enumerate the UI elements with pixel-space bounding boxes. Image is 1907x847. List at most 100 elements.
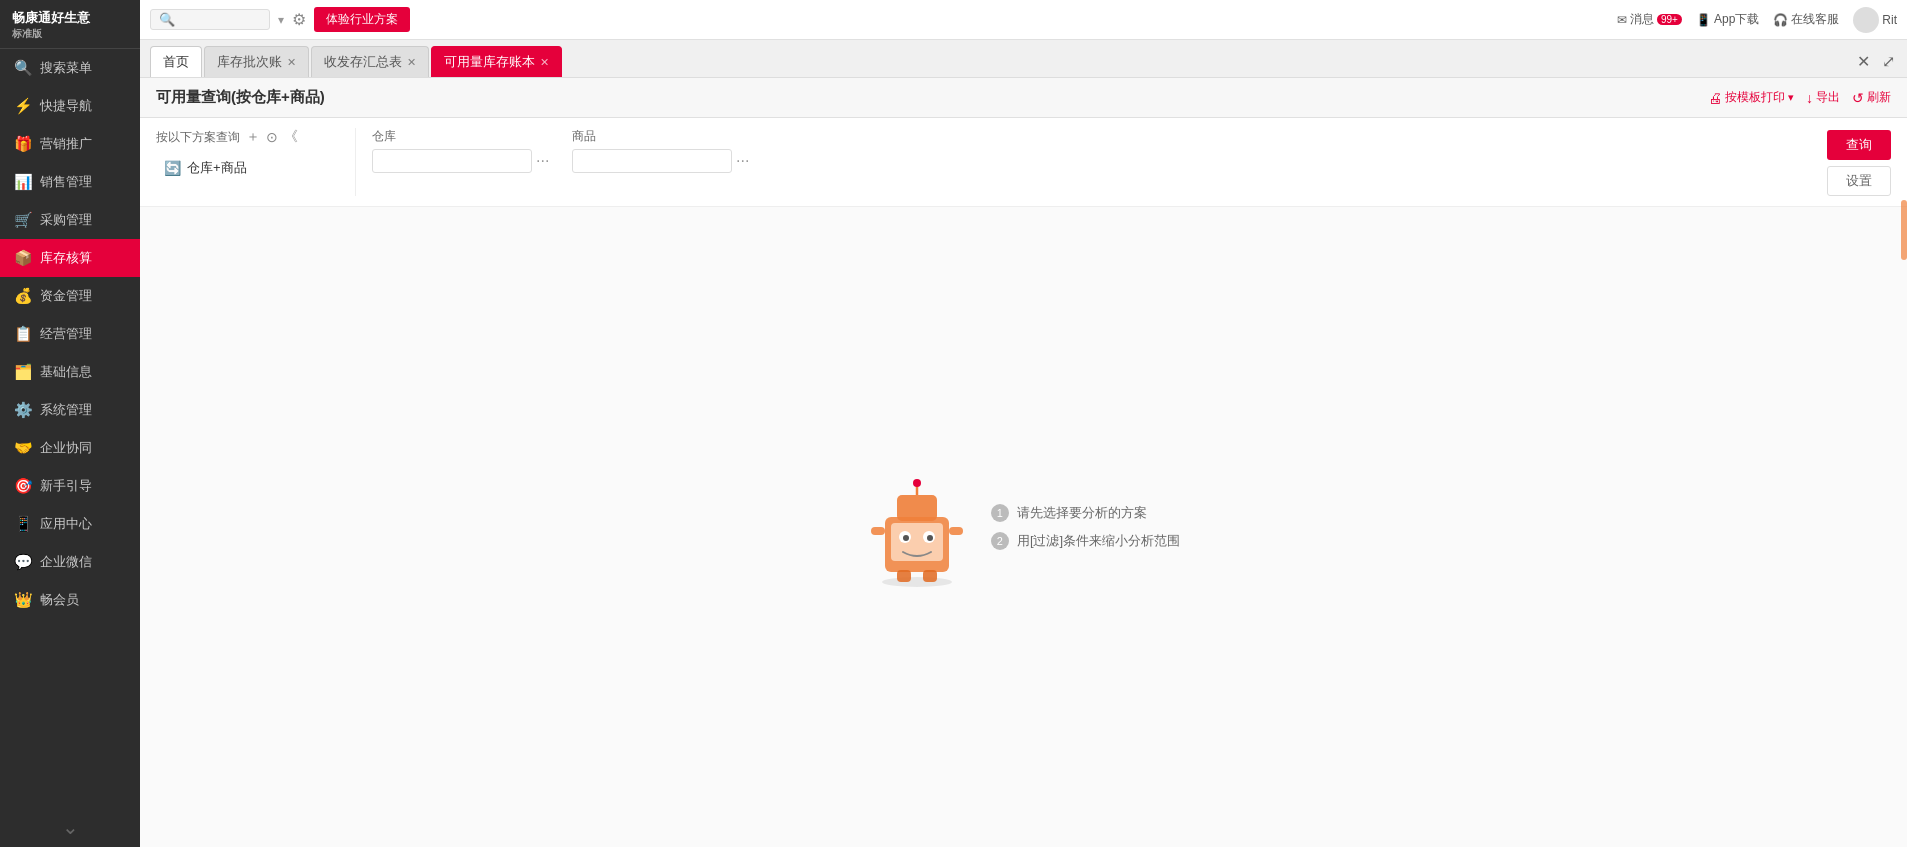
sidebar-item-label: 企业微信 [40, 553, 92, 571]
filter-warehouse-label: 仓库 [372, 128, 552, 145]
main-area: 🔍 ▾ ⚙ 体验行业方案 ✉ 消息 99+ 📱 App下载 🎧 在线客服 Rit [140, 0, 1907, 847]
system-icon: ⚙️ [14, 401, 32, 419]
right-scrollbar-indicator[interactable] [1901, 200, 1907, 260]
operations-icon: 📋 [14, 325, 32, 343]
message-item[interactable]: ✉ 消息 99+ [1617, 11, 1682, 28]
filter-goods-input[interactable] [572, 149, 732, 173]
sidebar-item-label: 畅会员 [40, 591, 79, 609]
tab-expand-button[interactable]: ⤢ [1878, 50, 1899, 73]
print-chevron-icon[interactable]: ▾ [1788, 91, 1794, 104]
sidebar-item-operations[interactable]: 📋 经营管理 [0, 315, 140, 353]
export-action[interactable]: ↓ 导出 [1806, 89, 1840, 106]
purchase-icon: 🛒 [14, 211, 32, 229]
sidebar-item-wechat[interactable]: 💬 企业微信 [0, 543, 140, 581]
topbar-right: ✉ 消息 99+ 📱 App下载 🎧 在线客服 Rit [1617, 7, 1897, 33]
filter-goods-label: 商品 [572, 128, 752, 145]
page-header-actions: 🖨 按模板打印 ▾ ↓ 导出 ↺ 刷新 [1708, 89, 1891, 106]
sidebar-item-label: 系统管理 [40, 401, 92, 419]
apps-icon: 📱 [14, 515, 32, 533]
wechat-icon: 💬 [14, 553, 32, 571]
warehouse-goods-icon: 🔄 [164, 160, 181, 176]
svg-point-9 [913, 479, 921, 487]
tab-summary-close[interactable]: ✕ [407, 56, 416, 69]
sidebar-scroll-down[interactable]: ⌄ [0, 807, 140, 847]
svg-rect-7 [897, 495, 937, 521]
sidebar-item-sales[interactable]: 📊销售管理 [0, 163, 140, 201]
app-download-item[interactable]: 📱 App下载 [1696, 11, 1759, 28]
filter-collapse-icon[interactable]: 《 [284, 128, 298, 146]
svg-rect-10 [871, 527, 885, 535]
empty-tips: 1 请先选择要分析的方案 2 用[过滤]条件来缩小分析范围 [991, 504, 1180, 550]
topbar-gear-icon[interactable]: ⚙ [292, 10, 306, 29]
avatar [1853, 7, 1879, 33]
sidebar-item-apps[interactable]: 📱 应用中心 [0, 505, 140, 543]
sidebar-header: 畅康通好生意 标准版 [0, 0, 140, 49]
sidebar-item-label: 基础信息 [40, 363, 92, 381]
filter-goods-input-row: ··· [572, 149, 752, 173]
filter-area: 按以下方案查询 ＋ ⊙ 《 🔄 仓库+商品 仓库 ··· [140, 118, 1907, 207]
tab-available[interactable]: 可用量库存账本 ✕ [431, 46, 562, 77]
newbie-icon: 🎯 [14, 477, 32, 495]
sidebar-item-label: 新手引导 [40, 477, 92, 495]
sidebar-item-label: 企业协同 [40, 439, 92, 457]
sidebar-item-label: 搜索菜单 [40, 59, 92, 77]
refresh-action[interactable]: ↺ 刷新 [1852, 89, 1891, 106]
tab-batch[interactable]: 库存批次账 ✕ [204, 46, 309, 77]
topbar-search-input[interactable] [179, 13, 259, 27]
tip-number-1: 1 [991, 504, 1009, 522]
sidebar-item-label: 快捷导航 [40, 97, 92, 115]
filter-option-warehouse-goods[interactable]: 🔄 仓库+商品 [156, 154, 343, 182]
filter-section-label: 按以下方案查询 ＋ ⊙ 《 [156, 128, 343, 146]
sidebar-item-basic[interactable]: 🗂️基础信息 [0, 353, 140, 391]
sidebar-item-quick-nav[interactable]: ⚡快捷导航 [0, 87, 140, 125]
sidebar-item-marketing[interactable]: 🎁营销推广 [0, 125, 140, 163]
online-service-item[interactable]: 🎧 在线客服 [1773, 11, 1839, 28]
empty-robot-illustration [867, 477, 967, 577]
industry-solution-button[interactable]: 体验行业方案 [314, 7, 410, 32]
filter-right-panel: 仓库 ··· 商品 ··· 查询 设置 [356, 128, 1891, 196]
sidebar-item-purchase[interactable]: 🛒采购管理 [0, 201, 140, 239]
export-icon: ↓ [1806, 90, 1813, 106]
filter-goods-dots[interactable]: ··· [736, 152, 749, 170]
filter-goods-field: 商品 ··· [572, 128, 752, 173]
svg-point-5 [903, 535, 909, 541]
settings-button[interactable]: 设置 [1827, 166, 1891, 196]
sidebar-item-corp[interactable]: 🤝企业协同 [0, 429, 140, 467]
sidebar-item-inventory[interactable]: 📦库存核算 [0, 239, 140, 277]
sidebar-item-label: 经营管理 [40, 325, 92, 343]
topbar-search-box: 🔍 [150, 9, 270, 30]
user-profile[interactable]: Rit [1853, 7, 1897, 33]
filter-warehouse-input[interactable] [372, 149, 532, 173]
sidebar-item-search[interactable]: 🔍 搜索菜单 [0, 49, 140, 87]
brand-name: 畅康通好生意 标准版 [12, 10, 128, 40]
sidebar-item-newbie[interactable]: 🎯 新手引导 [0, 467, 140, 505]
query-button[interactable]: 查询 [1827, 130, 1891, 160]
sidebar-item-finance[interactable]: 💰 资金管理 [0, 277, 140, 315]
search-icon: 🔍 [14, 59, 32, 77]
topbar-chevron-icon[interactable]: ▾ [278, 13, 284, 27]
sidebar-item-label: 库存核算 [40, 249, 92, 267]
filter-warehouse-dots[interactable]: ··· [536, 152, 549, 170]
message-icon: ✉ [1617, 13, 1627, 27]
tab-batch-close[interactable]: ✕ [287, 56, 296, 69]
tab-available-close[interactable]: ✕ [540, 56, 549, 69]
home-tab-label: 首页 [163, 53, 189, 71]
filter-settings-icon[interactable]: ⊙ [266, 129, 278, 145]
tabbar: 首页 库存批次账 ✕ 收发存汇总表 ✕ 可用量库存账本 ✕ ✕ ⤢ [140, 40, 1907, 78]
filter-add-icon[interactable]: ＋ [246, 128, 260, 146]
marketing-icon: 🎁 [14, 135, 32, 153]
tip-number-2: 2 [991, 532, 1009, 550]
batch-tab-label: 库存批次账 [217, 53, 282, 71]
filter-warehouse-input-row: ··· [372, 149, 552, 173]
finance-icon: 💰 [14, 287, 32, 305]
tab-home[interactable]: 首页 [150, 46, 202, 77]
phone-icon: 📱 [1696, 13, 1711, 27]
sidebar-item-label: 应用中心 [40, 515, 92, 533]
sidebar-item-label: 资金管理 [40, 287, 92, 305]
print-action[interactable]: 🖨 按模板打印 ▾ [1708, 89, 1794, 106]
empty-state: 1 请先选择要分析的方案 2 用[过滤]条件来缩小分析范围 [140, 207, 1907, 847]
sidebar-item-member[interactable]: 👑畅会员 [0, 581, 140, 619]
tab-close-button[interactable]: ✕ [1853, 50, 1874, 73]
sidebar-item-system[interactable]: ⚙️ 系统管理 [0, 391, 140, 429]
tab-summary[interactable]: 收发存汇总表 ✕ [311, 46, 429, 77]
